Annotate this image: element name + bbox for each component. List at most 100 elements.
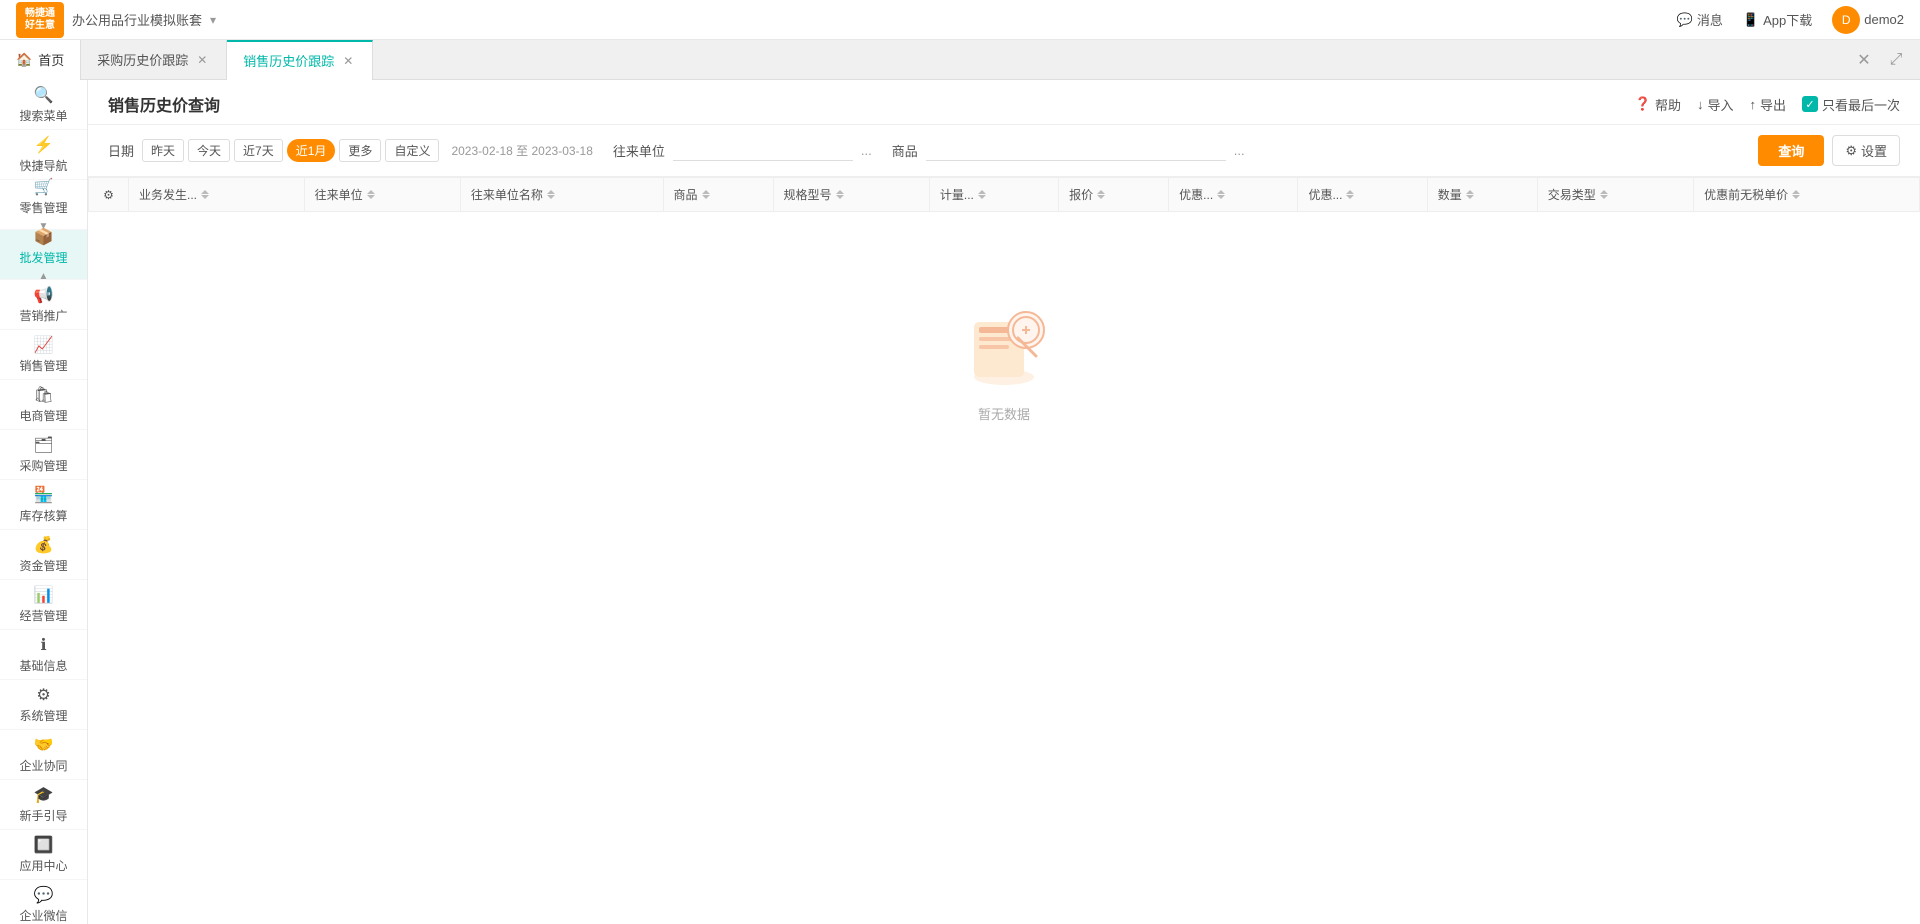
- sidebar-label-purchase-mgmt: 采购管理: [19, 459, 67, 475]
- column-settings-icon[interactable]: ⚙: [103, 188, 114, 202]
- col-product[interactable]: 商品: [663, 178, 773, 212]
- col-discount2[interactable]: 优惠...: [1298, 178, 1427, 212]
- sort-up-icon: [702, 190, 710, 194]
- finance-icon: 💰: [34, 535, 54, 555]
- tab-home[interactable]: 🏠 首页: [0, 40, 81, 80]
- sidebar-item-system[interactable]: ⚙ 系统管理: [0, 680, 87, 730]
- tab-purchase-history[interactable]: 采购历史价跟踪 ✕: [81, 40, 227, 80]
- marketing-icon: 📢: [34, 285, 54, 305]
- sidebar-item-quick-nav[interactable]: ⚡ 快捷导航: [0, 130, 87, 180]
- filter-bar: 日期 昨天 今天 近7天 近1月 更多 自定义 2023-02-18 至 202…: [88, 125, 1920, 177]
- table-body: 暂无数据: [89, 212, 1920, 504]
- message-button[interactable]: 💬 消息: [1677, 10, 1723, 29]
- export-button[interactable]: ↑ 导出: [1749, 95, 1786, 114]
- expand-button[interactable]: ⤢: [1884, 48, 1908, 72]
- col-quoted-price-label: 报价: [1069, 186, 1093, 203]
- sort-unit[interactable]: [978, 190, 986, 199]
- sidebar-item-operations[interactable]: 📊 经营管理: [0, 580, 87, 630]
- sort-product[interactable]: [702, 190, 710, 199]
- sort-spec[interactable]: [836, 190, 844, 199]
- sort-biz-date[interactable]: [201, 190, 209, 199]
- sidebar-item-search-menu[interactable]: 🔍 搜索菜单: [0, 80, 87, 130]
- import-button[interactable]: ↓ 导入: [1697, 95, 1734, 114]
- sort-quantity[interactable]: [1466, 190, 1474, 199]
- sort-down-icon: [201, 195, 209, 199]
- date-btn-1month[interactable]: 近1月: [287, 139, 336, 162]
- import-icon: ↓: [1697, 97, 1704, 112]
- sidebar-label-retail: 零售管理: [19, 201, 67, 217]
- sidebar-label-wechat: 企业微信: [19, 909, 67, 924]
- close-all-button[interactable]: ✕: [1852, 48, 1876, 72]
- sort-discount2[interactable]: [1346, 190, 1354, 199]
- sort-discount1[interactable]: [1217, 190, 1225, 199]
- col-spec[interactable]: 规格型号: [773, 178, 929, 212]
- date-label: 日期: [108, 141, 134, 160]
- sidebar-item-finance[interactable]: 💰 资金管理: [0, 530, 87, 580]
- sort-partner-code[interactable]: [367, 190, 375, 199]
- sort-pretax-price[interactable]: [1792, 190, 1800, 199]
- sort-trade-type[interactable]: [1600, 190, 1608, 199]
- product-input[interactable]: [926, 141, 1226, 161]
- search-button[interactable]: 查询: [1758, 135, 1824, 166]
- user-menu[interactable]: D demo2: [1832, 6, 1904, 34]
- message-icon: 💬: [1677, 12, 1693, 28]
- sidebar-item-retail[interactable]: 🛒 零售管理 ▼: [0, 180, 87, 230]
- col-quantity-label: 数量: [1438, 186, 1462, 203]
- sidebar-item-sales-mgmt[interactable]: 📈 销售管理: [0, 330, 87, 380]
- sidebar-item-guide[interactable]: 🎓 新手引导: [0, 780, 87, 830]
- tab-sales-history[interactable]: 销售历史价跟踪 ✕: [227, 40, 373, 80]
- sidebar-item-basic-info[interactable]: ℹ 基础信息: [0, 630, 87, 680]
- date-btn-custom[interactable]: 自定义: [385, 139, 439, 162]
- sort-quoted-price[interactable]: [1097, 190, 1105, 199]
- settings-button[interactable]: ⚙ 设置: [1832, 135, 1900, 166]
- sidebar-label-finance: 资金管理: [19, 559, 67, 575]
- col-settings[interactable]: ⚙: [89, 178, 129, 212]
- logo: 畅捷通 好生意: [16, 2, 64, 38]
- sidebar-label-ecommerce: 电商管理: [19, 409, 67, 425]
- date-btn-more[interactable]: 更多: [339, 139, 381, 162]
- app-title: 办公用品行业模拟账套: [72, 10, 202, 29]
- sidebar-item-purchase-mgmt[interactable]: 🗂 采购管理: [0, 430, 87, 480]
- sort-partner-name[interactable]: [547, 190, 555, 199]
- sidebar-item-wholesale[interactable]: 📦 批发管理 ▲: [0, 230, 87, 280]
- sidebar-item-wechat[interactable]: 💬 企业微信: [0, 880, 87, 924]
- sidebar-label-marketing: 营销推广: [19, 309, 67, 325]
- col-quoted-price[interactable]: 报价: [1059, 178, 1169, 212]
- col-biz-date[interactable]: 业务发生...: [129, 178, 305, 212]
- sidebar-item-enterprise[interactable]: 🤝 企业协同: [0, 730, 87, 780]
- sort-down-icon: [836, 195, 844, 199]
- col-discount1[interactable]: 优惠...: [1169, 178, 1298, 212]
- quick-nav-icon: ⚡: [34, 135, 54, 155]
- operations-icon: 📊: [34, 585, 54, 605]
- col-quantity[interactable]: 数量: [1427, 178, 1537, 212]
- only-last-checkbox-label[interactable]: 只看最后一次: [1802, 95, 1900, 114]
- app-download-button[interactable]: 📱 App下载: [1743, 10, 1812, 29]
- col-partner-code[interactable]: 往来单位: [304, 178, 460, 212]
- partner-input[interactable]: [673, 141, 853, 161]
- sidebar-item-marketing[interactable]: 📢 营销推广: [0, 280, 87, 330]
- sidebar-item-apps[interactable]: 🔲 应用中心: [0, 830, 87, 880]
- sort-up-icon: [201, 190, 209, 194]
- sidebar-label-apps: 应用中心: [19, 859, 67, 875]
- sidebar-item-ecommerce[interactable]: 🛍 电商管理: [0, 380, 87, 430]
- tab-sales-close[interactable]: ✕: [340, 53, 356, 69]
- date-btn-today[interactable]: 今天: [188, 139, 230, 162]
- table-header: ⚙ 业务发生...: [89, 178, 1920, 212]
- sidebar-label-quick-nav: 快捷导航: [19, 159, 67, 175]
- topbar: 畅捷通 好生意 办公用品行业模拟账套 ▾ 💬 消息 📱 App下载 D demo…: [0, 0, 1920, 40]
- date-btn-7days[interactable]: 近7天: [234, 139, 283, 162]
- col-unit[interactable]: 计量...: [929, 178, 1058, 212]
- col-trade-type[interactable]: 交易类型: [1537, 178, 1693, 212]
- col-partner-name[interactable]: 往来单位名称: [460, 178, 663, 212]
- help-button[interactable]: ❓ 帮助: [1635, 95, 1681, 114]
- sidebar-label-operations: 经营管理: [19, 609, 67, 625]
- only-last-checkbox[interactable]: [1802, 96, 1818, 112]
- tab-purchase-close[interactable]: ✕: [194, 52, 210, 68]
- enterprise-icon: 🤝: [34, 735, 54, 755]
- col-pretax-price[interactable]: 优惠前无税单价: [1694, 178, 1920, 212]
- app-dropdown[interactable]: ▾: [210, 13, 216, 27]
- sidebar-item-inventory[interactable]: 🏪 库存核算: [0, 480, 87, 530]
- col-partner-code-label: 往来单位: [315, 186, 363, 203]
- tab-purchase-label: 采购历史价跟踪: [97, 50, 188, 69]
- date-btn-yesterday[interactable]: 昨天: [142, 139, 184, 162]
